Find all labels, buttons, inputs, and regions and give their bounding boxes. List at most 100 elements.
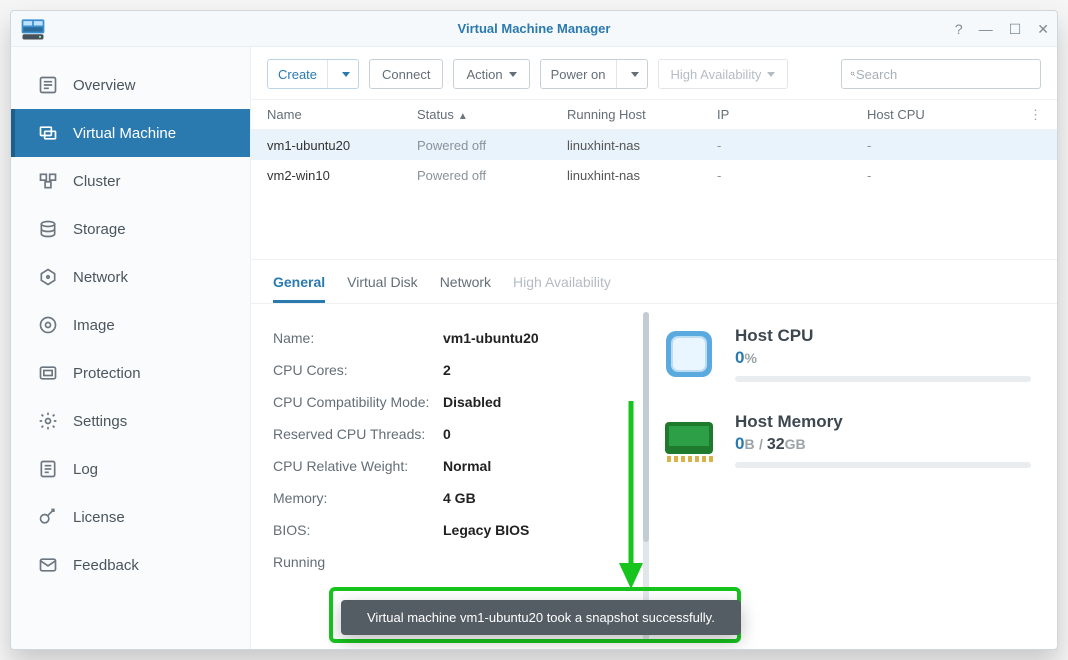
col-status[interactable]: Status▲ <box>417 107 567 122</box>
search-input[interactable] <box>856 67 1032 82</box>
sidebar-item-image[interactable]: Image <box>11 301 250 349</box>
memory-chip-icon <box>661 412 717 468</box>
sidebar: Overview Virtual Machine Cluster Storage… <box>11 47 251 649</box>
sidebar-label: Image <box>73 317 115 334</box>
detail-tabs: General Virtual Disk Network High Availa… <box>251 260 1057 304</box>
help-icon[interactable]: ? <box>955 21 963 37</box>
table-row[interactable]: vm1-ubuntu20 Powered off linuxhint-nas -… <box>251 130 1057 160</box>
vm-icon <box>37 122 59 144</box>
sidebar-item-overview[interactable]: Overview <box>11 61 250 109</box>
maximize-icon[interactable]: ☐ <box>1009 21 1022 38</box>
overview-icon <box>37 74 59 96</box>
sidebar-item-network[interactable]: Network <box>11 253 250 301</box>
col-host[interactable]: Running Host <box>567 107 717 122</box>
window-controls: ? — ☐ ✕ <box>955 11 1049 47</box>
table-header: Name Status▲ Running Host IP Host CPU ⋮ <box>251 100 1057 130</box>
tab-network[interactable]: Network <box>440 274 491 303</box>
stat-cpu-label: Host CPU <box>735 326 1031 346</box>
scrollbar-handle[interactable] <box>643 312 649 542</box>
app-window: Virtual Machine Manager ? — ☐ ✕ Overview… <box>10 10 1058 650</box>
main-body: Overview Virtual Machine Cluster Storage… <box>11 47 1057 649</box>
sidebar-label: Overview <box>73 77 136 94</box>
cell-host: linuxhint-nas <box>567 138 717 153</box>
sidebar-label: Storage <box>73 221 126 238</box>
chevron-down-icon <box>509 72 517 77</box>
stat-mem-sep: / <box>759 436 767 452</box>
feedback-icon <box>37 554 59 576</box>
stat-mem: Host Memory 0B / 32GB <box>661 412 1031 468</box>
kv-key: BIOS: <box>273 522 443 538</box>
sidebar-label: Virtual Machine <box>73 125 176 142</box>
sidebar-item-storage[interactable]: Storage <box>11 205 250 253</box>
sidebar-item-license[interactable]: License <box>11 493 250 541</box>
detail-scrollbar[interactable] <box>643 312 649 641</box>
stat-mem-total-unit: GB <box>785 436 806 452</box>
cell-name: vm1-ubuntu20 <box>267 138 417 153</box>
stat-cpu-bar <box>735 376 1031 382</box>
cell-ip: - <box>717 168 867 183</box>
stat-mem-used-unit: B <box>744 436 754 452</box>
create-button[interactable]: Create <box>267 59 359 89</box>
poweron-button[interactable]: Power on <box>540 59 648 89</box>
toast-snapshot-success: Virtual machine vm1-ubuntu20 took a snap… <box>341 600 741 635</box>
stat-mem-total: 32 <box>767 436 785 453</box>
titlebar: Virtual Machine Manager ? — ☐ ✕ <box>11 11 1057 47</box>
close-icon[interactable]: ✕ <box>1037 21 1049 38</box>
kv-key: Running <box>273 554 443 570</box>
log-icon <box>37 458 59 480</box>
col-cpu[interactable]: Host CPU <box>867 107 1029 122</box>
app-icon <box>19 15 47 43</box>
col-ip[interactable]: IP <box>717 107 867 122</box>
kv-val: 4 GB <box>443 490 476 506</box>
sidebar-label: Log <box>73 461 98 478</box>
minimize-icon[interactable]: — <box>979 21 993 37</box>
cell-cpu: - <box>867 138 1041 153</box>
cell-status: Powered off <box>417 168 567 183</box>
sidebar-item-cluster[interactable]: Cluster <box>11 157 250 205</box>
chevron-down-icon <box>342 72 350 77</box>
kv-val: Normal <box>443 458 491 474</box>
connect-label: Connect <box>382 67 430 82</box>
chevron-down-icon <box>767 72 775 77</box>
chevron-down-icon <box>631 72 639 77</box>
poweron-caret[interactable] <box>623 60 647 88</box>
sidebar-label: Network <box>73 269 128 286</box>
stat-cpu-unit: % <box>744 350 756 366</box>
toolbar: Create Connect Action Power on High Avai… <box>251 47 1057 100</box>
kv-val: 0 <box>443 426 451 442</box>
create-caret[interactable] <box>334 60 358 88</box>
table-row[interactable]: vm2-win10 Powered off linuxhint-nas - - <box>251 160 1057 190</box>
action-button[interactable]: Action <box>453 59 529 89</box>
tab-general[interactable]: General <box>273 274 325 303</box>
sidebar-item-log[interactable]: Log <box>11 445 250 493</box>
column-options-icon[interactable]: ⋮ <box>1029 107 1041 123</box>
sidebar-item-protection[interactable]: Protection <box>11 349 250 397</box>
sidebar-label: Settings <box>73 413 127 430</box>
tab-vdisk[interactable]: Virtual Disk <box>347 274 418 303</box>
sidebar-label: Protection <box>73 365 141 382</box>
col-name[interactable]: Name <box>267 107 417 122</box>
kv-val: 2 <box>443 362 451 378</box>
settings-icon <box>37 410 59 432</box>
sidebar-item-feedback[interactable]: Feedback <box>11 541 250 589</box>
kv-key: CPU Relative Weight: <box>273 458 443 474</box>
detail-body: Name:vm1-ubuntu20 CPU Cores:2 CPU Compat… <box>251 304 1057 649</box>
kv-key: Memory: <box>273 490 443 506</box>
protection-icon <box>37 362 59 384</box>
sidebar-item-settings[interactable]: Settings <box>11 397 250 445</box>
kv-key: Reserved CPU Threads: <box>273 426 443 442</box>
kv-key: Name: <box>273 330 443 346</box>
sidebar-item-virtual-machine[interactable]: Virtual Machine <box>11 109 250 157</box>
cluster-icon <box>37 170 59 192</box>
action-label: Action <box>466 67 502 82</box>
search-box[interactable] <box>841 59 1041 89</box>
connect-button[interactable]: Connect <box>369 59 443 89</box>
kv-val: vm1-ubuntu20 <box>443 330 539 346</box>
window-title: Virtual Machine Manager <box>458 21 611 36</box>
stat-mem-label: Host Memory <box>735 412 1031 432</box>
cell-name: vm2-win10 <box>267 168 417 183</box>
vm-list: vm1-ubuntu20 Powered off linuxhint-nas -… <box>251 130 1057 260</box>
license-icon <box>37 506 59 528</box>
ha-label: High Availability <box>671 67 762 82</box>
stat-cpu: Host CPU 0% <box>661 326 1031 382</box>
